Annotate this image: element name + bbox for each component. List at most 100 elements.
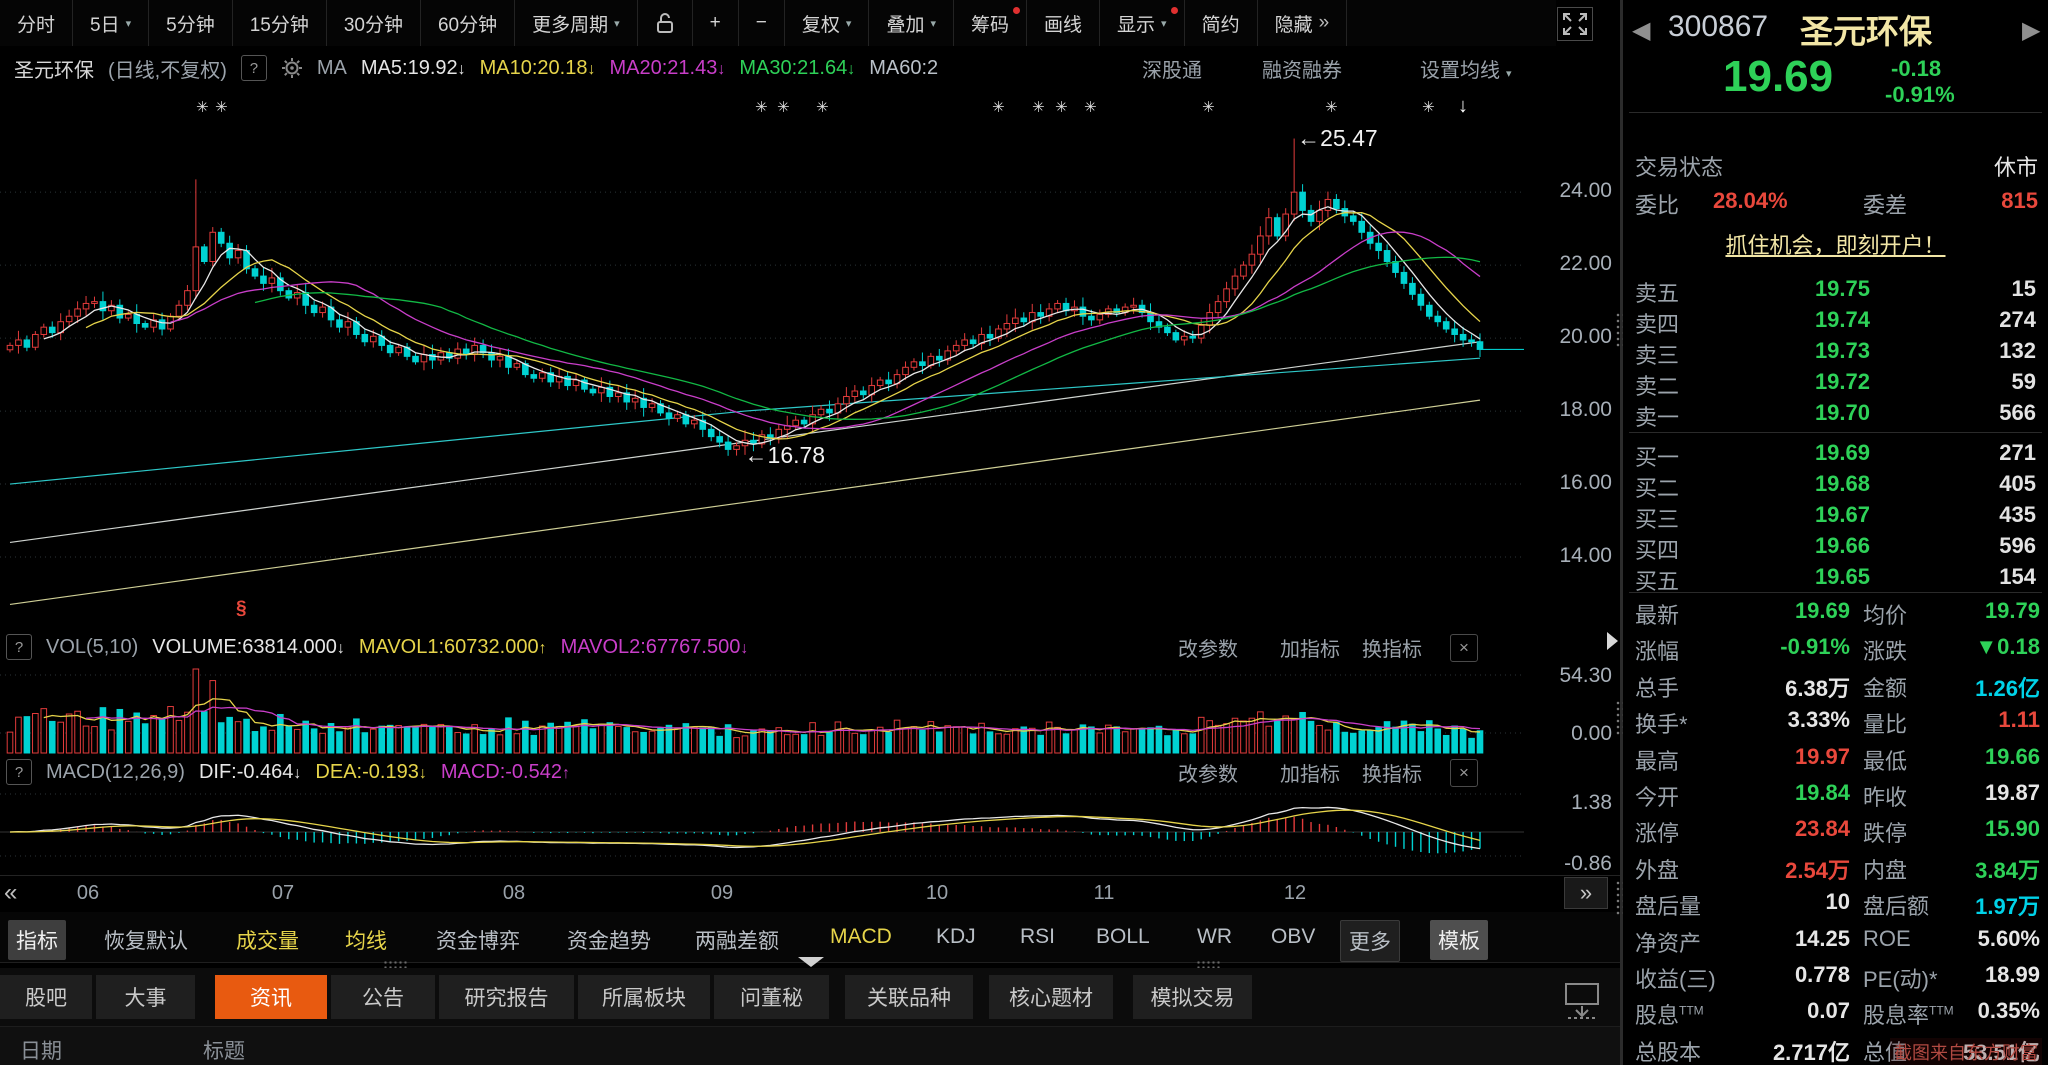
toolbar-button-复权[interactable]: 复权▾: [785, 0, 870, 46]
indicator-tab-资金博弈[interactable]: 资金博弈: [428, 920, 528, 960]
bid-row[interactable]: 买四19.66596: [1623, 533, 2048, 564]
tab-资讯[interactable]: 资讯: [215, 975, 327, 1019]
tab-大事[interactable]: 大事: [96, 975, 195, 1019]
toolbar-button-+[interactable]: +: [693, 0, 739, 46]
tab-关联品种[interactable]: 关联品种: [845, 975, 973, 1019]
announcement-icon[interactable]: ✳: [992, 98, 1005, 116]
scroll-left-icon[interactable]: «: [4, 879, 17, 907]
tab-公告[interactable]: 公告: [331, 975, 435, 1019]
toolbar-button-5分钟[interactable]: 5分钟: [149, 0, 233, 46]
indicator-tab-资金趋势[interactable]: 资金趋势: [559, 920, 659, 960]
toolbar-button-筹码[interactable]: 筹码: [954, 0, 1027, 46]
announcement-icon[interactable]: ✳: [1055, 98, 1068, 116]
ask-row[interactable]: 卖一19.70566: [1623, 400, 2048, 431]
link-margin-trading[interactable]: 融资融券: [1262, 54, 1342, 83]
announcement-icon[interactable]: ✳: [215, 98, 228, 116]
indicator-tab-成交量[interactable]: 成交量: [228, 920, 307, 960]
indicator-tab-KDJ[interactable]: KDJ: [928, 920, 984, 954]
open-account-link[interactable]: 抓住机会，即刻开户！: [1623, 228, 2048, 260]
indicator-tab-WR[interactable]: WR: [1189, 920, 1240, 954]
help-icon[interactable]: ?: [6, 759, 32, 785]
panel-control-2[interactable]: 换指标: [1362, 630, 1422, 664]
toolbar-button-60分钟[interactable]: 60分钟: [421, 0, 515, 46]
announcement-icon[interactable]: ✳: [1202, 98, 1215, 116]
toolbar-button-画线[interactable]: 画线: [1027, 0, 1100, 46]
toolbar-button-分时[interactable]: 分时: [0, 0, 73, 46]
help-icon[interactable]: ?: [6, 634, 32, 660]
fullscreen-icon[interactable]: [1556, 6, 1594, 42]
lock-icon[interactable]: [638, 0, 693, 46]
volume-chart[interactable]: [0, 665, 1620, 755]
prev-stock-icon[interactable]: ◀: [1632, 16, 1650, 45]
indicator-tab-模板[interactable]: 模板: [1430, 920, 1488, 960]
toolbar-button-叠加[interactable]: 叠加▾: [869, 0, 954, 46]
panel-control-1[interactable]: 加指标: [1280, 630, 1340, 664]
level-price[interactable]: 19.65: [1815, 564, 1870, 590]
toolbar-button-更多周期[interactable]: 更多周期▾: [515, 0, 638, 46]
tab-问董秘[interactable]: 问董秘: [714, 975, 829, 1019]
gear-icon[interactable]: [281, 57, 303, 79]
ask-row[interactable]: 卖三19.73132: [1623, 338, 2048, 369]
indicator-tab-RSI[interactable]: RSI: [1012, 920, 1063, 954]
tab-研究报告[interactable]: 研究报告: [439, 975, 574, 1019]
indicator-tab-BOLL[interactable]: BOLL: [1088, 920, 1158, 954]
tab-模拟交易[interactable]: 模拟交易: [1133, 975, 1252, 1019]
close-icon[interactable]: ×: [1450, 759, 1478, 787]
panel-control-2[interactable]: 换指标: [1362, 755, 1422, 789]
candlestick-chart[interactable]: [0, 90, 1620, 630]
level-price[interactable]: 19.75: [1815, 276, 1870, 302]
announcement-icon[interactable]: ✳: [1325, 98, 1338, 116]
collapse-handle-icon[interactable]: [798, 957, 824, 967]
panel-control-0[interactable]: 改参数: [1178, 630, 1238, 664]
announcement-icon[interactable]: ✳: [777, 98, 790, 116]
down-arrow-icon[interactable]: ↓: [1458, 95, 1468, 118]
announcement-icon[interactable]: ✳: [1084, 98, 1097, 116]
macd-chart[interactable]: [0, 790, 1620, 875]
ask-row[interactable]: 卖二19.7259: [1623, 369, 2048, 400]
announcement-icon[interactable]: ✳: [1422, 98, 1435, 116]
next-stock-icon[interactable]: ▶: [2022, 16, 2040, 45]
link-shenzhen-connect[interactable]: 深股通: [1142, 54, 1202, 83]
indicator-tab-OBV[interactable]: OBV: [1263, 920, 1323, 954]
panel-control-1[interactable]: 加指标: [1280, 755, 1340, 789]
ask-row[interactable]: 卖四19.74274: [1623, 307, 2048, 338]
bid-row[interactable]: 买五19.65154: [1623, 564, 2048, 595]
tab-所属板块[interactable]: 所属板块: [578, 975, 710, 1019]
level-price[interactable]: 19.68: [1815, 471, 1870, 497]
indicator-tab-两融差额[interactable]: 两融差额: [687, 920, 787, 960]
level-price[interactable]: 19.69: [1815, 440, 1870, 466]
panel-control-0[interactable]: 改参数: [1178, 755, 1238, 789]
ask-row[interactable]: 卖五19.7515: [1623, 276, 2048, 307]
indicator-tab-恢复默认[interactable]: 恢复默认: [96, 920, 196, 960]
level-price[interactable]: 19.74: [1815, 307, 1870, 333]
scroll-right-icon[interactable]: »: [1564, 877, 1608, 909]
bid-row[interactable]: 买一19.69271: [1623, 440, 2048, 471]
export-icon[interactable]: [1560, 980, 1604, 1020]
level-price[interactable]: 19.67: [1815, 502, 1870, 528]
announcement-icon[interactable]: ✳: [196, 98, 209, 116]
indicator-tab-均线[interactable]: 均线: [337, 920, 395, 960]
toolbar-button-−[interactable]: −: [739, 0, 785, 46]
toolbar-button-30分钟[interactable]: 30分钟: [327, 0, 421, 46]
indicator-tab-指标[interactable]: 指标: [8, 920, 66, 960]
drag-grip[interactable]: [383, 960, 409, 968]
toolbar-button-简约[interactable]: 简约: [1185, 0, 1258, 46]
tab-股吧[interactable]: 股吧: [0, 975, 92, 1019]
indicator-tab-MACD[interactable]: MACD: [822, 920, 900, 954]
level-price[interactable]: 19.72: [1815, 369, 1870, 395]
close-icon[interactable]: ×: [1450, 634, 1478, 662]
announcement-icon[interactable]: ✳: [755, 98, 768, 116]
toolbar-button-5日[interactable]: 5日▾: [73, 0, 149, 46]
bid-row[interactable]: 买三19.67435: [1623, 502, 2048, 533]
toolbar-button-15分钟[interactable]: 15分钟: [233, 0, 327, 46]
announcement-icon[interactable]: ✳: [816, 98, 829, 116]
level-price[interactable]: 19.70: [1815, 400, 1870, 426]
drag-grip[interactable]: [1196, 960, 1222, 968]
tab-核心题材[interactable]: 核心题材: [989, 975, 1113, 1019]
announcement-icon[interactable]: ✳: [1032, 98, 1045, 116]
ma-settings-button[interactable]: 设置均线▾: [1420, 54, 1512, 83]
toolbar-button-显示[interactable]: 显示▾: [1100, 0, 1185, 46]
level-price[interactable]: 19.66: [1815, 533, 1870, 559]
indicator-tab-更多[interactable]: 更多: [1340, 920, 1400, 962]
level-price[interactable]: 19.73: [1815, 338, 1870, 364]
